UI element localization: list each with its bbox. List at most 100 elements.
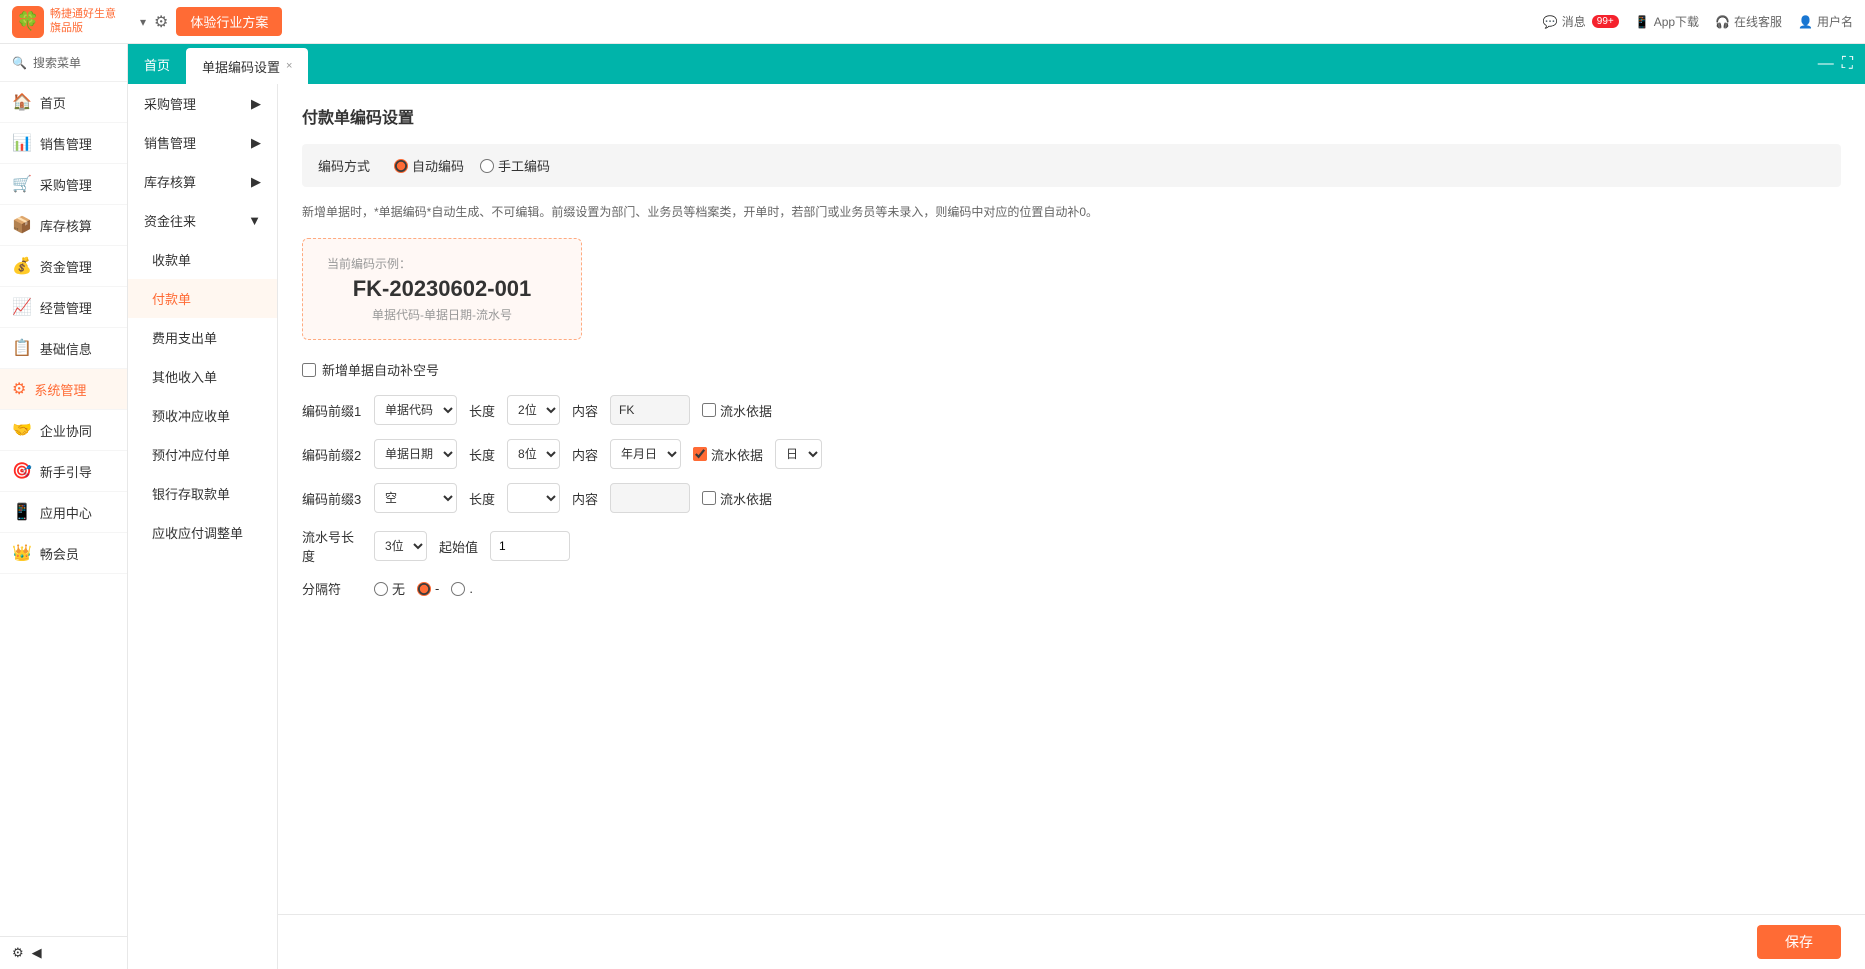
sidebar-item-system-label: 系统管理 [34,380,86,399]
tab-encoding-settings[interactable]: 单据编码设置 × [186,48,308,84]
content1-label: 内容 [572,401,598,420]
sidebar-item-sales[interactable]: 📊 销售管理 [0,123,127,164]
sidebar-item-purchase-label: 采购管理 [40,175,92,194]
stream1-checkbox-label[interactable]: 流水依据 [702,401,772,420]
second-nav-receipt[interactable]: 收款单 [128,240,277,279]
auto-encode-option[interactable]: 自动编码 [394,156,464,175]
tabs-bar: 首页 单据编码设置 × — ⛶ [128,44,1865,84]
content-body: 付款单编码设置 编码方式 自动编码 手工编码 [278,84,1865,914]
sidebar-item-system[interactable]: ⚙ 系统管理 [0,369,127,410]
user-avatar[interactable]: 👤 用户名 [1798,13,1853,30]
stream3-checkbox[interactable] [702,491,716,505]
sidebar-item-guide-label: 新手引导 [40,462,92,481]
second-nav-capital[interactable]: 资金往来 ▼ [128,201,277,240]
prefix2-select[interactable]: 单据日期 单据代码 空 [374,439,457,469]
gear-icon[interactable]: ⚙ [154,12,168,32]
sidebar-item-basic[interactable]: 📋 基础信息 [0,328,127,369]
second-nav-bank-deposit[interactable]: 银行存取款单 [128,474,277,513]
stream2-checkbox[interactable] [693,447,707,461]
info-text: 新增单据时，*单据编码*自动生成、不可编辑。前缀设置为部门、业务员等档案类，开单… [302,203,1841,222]
auto-fill-row: 新增单据自动补空号 [302,360,1841,379]
sidebar-item-finance-label: 资金管理 [40,257,92,276]
sidebar-search-label: 搜索菜单 [33,54,81,71]
system-icon: ⚙ [12,379,26,399]
sidebar-item-member[interactable]: 👑 畅会员 [0,533,127,574]
stream3-checkbox-label[interactable]: 流水依据 [702,489,772,508]
second-nav-sales[interactable]: 销售管理 ▶ [128,123,277,162]
minimize-icon[interactable]: — [1818,55,1834,73]
tab-home-label: 首页 [144,55,170,74]
content3-value [610,483,690,513]
length1-select[interactable]: 2位 4位 6位 8位 [507,395,560,425]
sidebar-item-finance[interactable]: 💰 资金管理 [0,246,127,287]
sidebar-item-home[interactable]: 🏠 首页 [0,82,127,123]
stream2-unit-select[interactable]: 日 月 年 [775,439,822,469]
expand-icon[interactable]: ⛶ [1842,55,1853,73]
message-item[interactable]: 💬 消息 99+ [1543,13,1619,30]
sidebar-item-apps[interactable]: 📱 应用中心 [0,492,127,533]
auto-fill-checkbox[interactable] [302,363,316,377]
stream2-checkbox-label[interactable]: 流水依据 [693,445,763,464]
save-button[interactable]: 保存 [1757,925,1841,959]
collapse-icon[interactable]: ◀ [32,945,42,961]
prefix3-select[interactable]: 空 单据代码 单据日期 [374,483,457,513]
app-download-item[interactable]: 📱 App下载 [1635,13,1699,30]
tab-home[interactable]: 首页 [128,44,186,84]
online-service-item[interactable]: 🎧 在线客服 [1715,13,1782,30]
auto-encode-radio[interactable] [394,159,408,173]
sidebar-item-operations-label: 经营管理 [40,298,92,317]
length2-select[interactable]: 8位 2位 4位 6位 [507,439,560,469]
sidebar-item-coop[interactable]: 🤝 企业协同 [0,410,127,451]
sep-none-option[interactable]: 无 [374,579,405,598]
start-value-input[interactable] [490,531,570,561]
app-logo: 🍀 畅捷通好生意 旗品版 [12,6,140,38]
chevron-down-icon[interactable]: ▾ [140,15,146,29]
length2-label: 长度 [469,445,495,464]
sep-dash-radio[interactable] [417,582,431,596]
footer-save-bar: 保存 [278,914,1865,969]
operations-icon: 📈 [12,297,32,317]
settings-bottom-icon[interactable]: ⚙ [12,945,24,961]
sep-dot-option[interactable]: . [451,581,473,596]
topbar: 🍀 畅捷通好生意 旗品版 ▾ ⚙ 体验行业方案 💬 消息 99+ 📱 App下载… [0,0,1865,44]
stream1-checkbox[interactable] [702,403,716,417]
preview-code: FK-20230602-001 [327,276,557,302]
second-nav-prepay-pay[interactable]: 预付冲应付单 [128,435,277,474]
sidebar-search[interactable]: 🔍 搜索菜单 [0,44,127,82]
main-area: 首页 单据编码设置 × — ⛶ 采购管理 ▶ 销售管理 [128,44,1865,969]
sidebar-item-inventory[interactable]: 📦 库存核算 [0,205,127,246]
start-value-label: 起始值 [439,537,478,556]
manual-encode-option[interactable]: 手工编码 [480,156,550,175]
sep-dot-radio[interactable] [451,582,465,596]
stream1-label: 流水依据 [720,401,772,420]
second-nav-expense[interactable]: 费用支出单 [128,318,277,357]
prefix3-label: 编码前缀3 [302,489,362,508]
prefix1-select[interactable]: 单据代码 单据日期 空 [374,395,457,425]
tab-close-icon[interactable]: × [286,60,292,72]
apps-icon: 📱 [12,502,32,522]
sidebar-item-purchase[interactable]: 🛒 采购管理 [0,164,127,205]
length1-label: 长度 [469,401,495,420]
sidebar-item-operations[interactable]: 📈 经营管理 [0,287,127,328]
serial-length-select[interactable]: 3位 4位 5位 [374,531,427,561]
sep-none-radio[interactable] [374,582,388,596]
content2-select[interactable]: 年月日 年月 年 [610,439,681,469]
separator-label: 分隔符 [302,579,362,598]
stream2-label: 流水依据 [711,445,763,464]
second-nav-ap-adjust[interactable]: 应收应付调整单 [128,513,277,552]
sidebar-item-guide[interactable]: 🎯 新手引导 [0,451,127,492]
trial-button[interactable]: 体验行业方案 [176,7,282,36]
second-nav-payment[interactable]: 付款单 [128,279,277,318]
second-nav-inventory[interactable]: 库存核算 ▶ [128,162,277,201]
message-icon: 💬 [1543,15,1558,29]
second-nav-prepay-receive[interactable]: 预收冲应收单 [128,396,277,435]
form-row-prefix3: 编码前缀3 空 单据代码 单据日期 长度 2位 内容 [302,483,1841,513]
second-nav-purchase[interactable]: 采购管理 ▶ [128,84,277,123]
serial-length-label: 流水号长度 [302,527,362,565]
manual-encode-radio[interactable] [480,159,494,173]
message-badge: 99+ [1592,15,1619,28]
form-row-prefix1: 编码前缀1 单据代码 单据日期 空 长度 2位 4位 6位 8位 [302,395,1841,425]
sep-dash-option[interactable]: - [417,581,439,596]
length3-select[interactable]: 2位 [507,483,560,513]
second-nav-other-income[interactable]: 其他收入单 [128,357,277,396]
